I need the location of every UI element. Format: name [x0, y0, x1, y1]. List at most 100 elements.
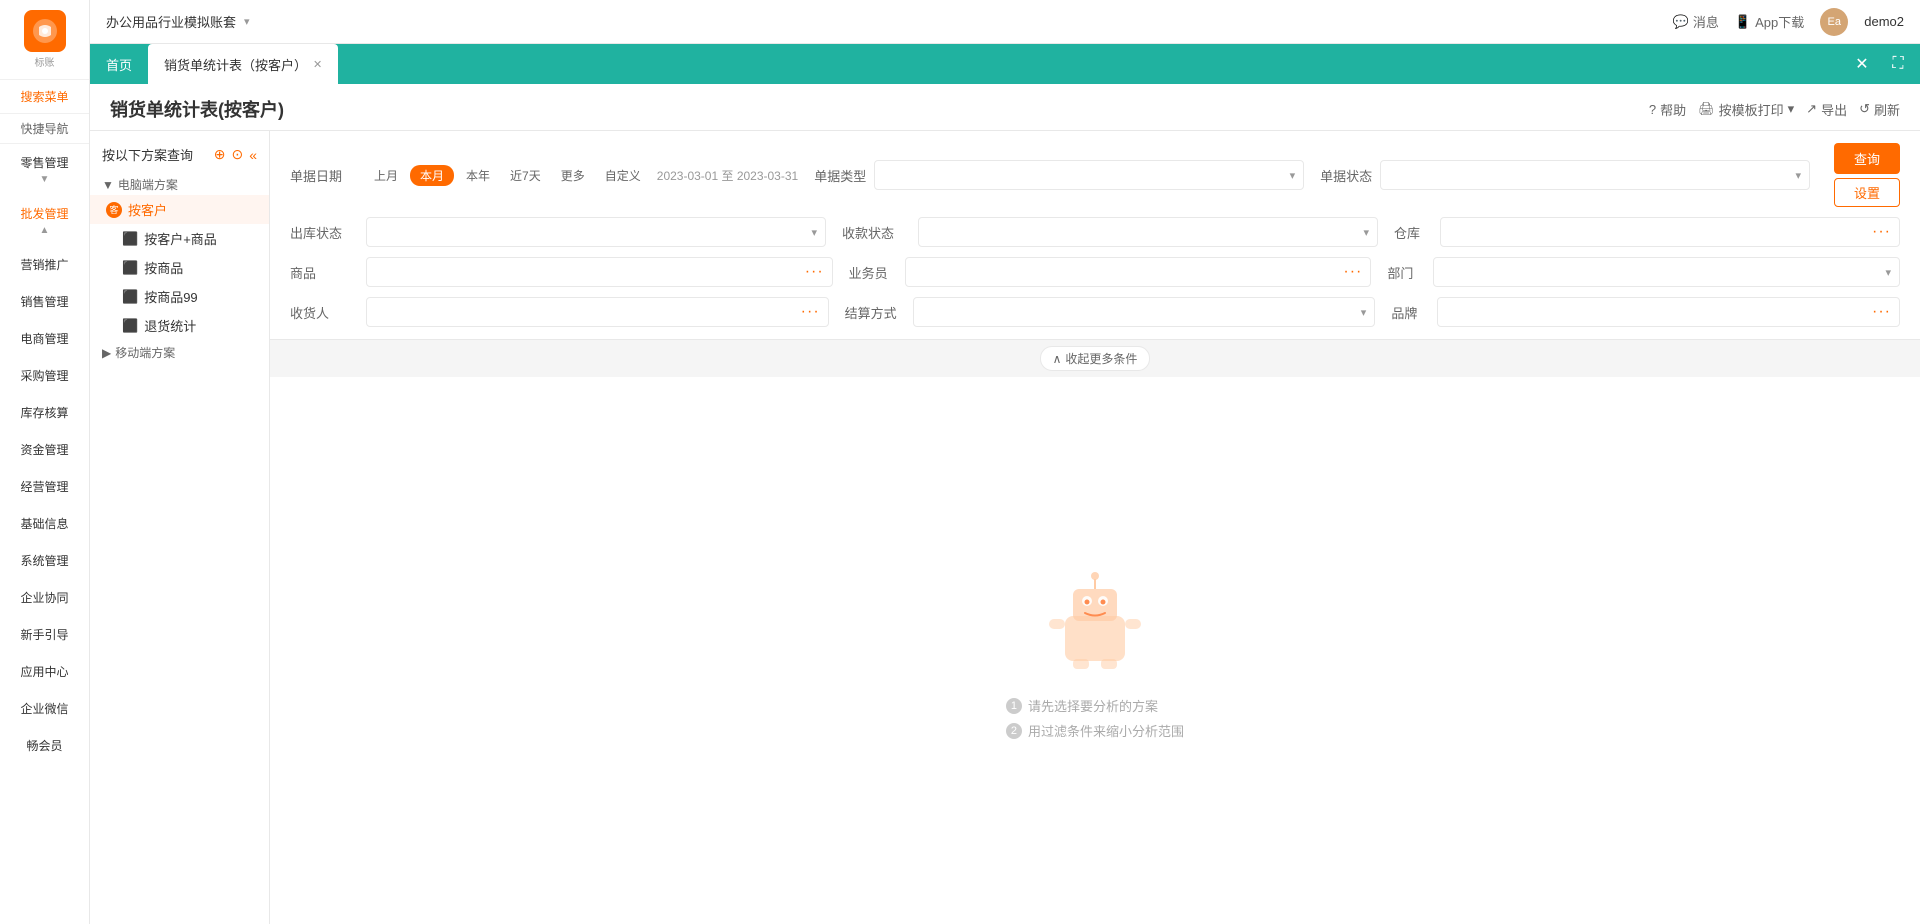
scheme-by-customer[interactable]: 客 按客户 [90, 195, 269, 224]
tab-bar-end: ✕ ⛶ [1848, 50, 1920, 78]
template-print-label: 按模板打印 [1719, 100, 1784, 119]
sidebar-item-purchase[interactable]: 采购管理 [0, 357, 89, 394]
settings-scheme-icon[interactable]: ⊙ [231, 146, 243, 163]
export-icon: ↗ [1806, 101, 1817, 117]
tab-close-icon[interactable]: ✕ [313, 58, 322, 71]
marketing-label: 营销推广 [20, 256, 68, 273]
type-label: 单据类型 [814, 166, 866, 185]
collapse-button[interactable]: ∧ 收起更多条件 [1040, 346, 1151, 371]
desktop-collapse-icon[interactable]: ▼ [102, 178, 114, 192]
sidebar-item-finance[interactable]: 资金管理 [0, 431, 89, 468]
left-panel-header-icons: ⊕ ⊙ « [214, 146, 257, 163]
empty-hints: 1 请先选择要分析的方案 2 用过滤条件来缩小分析范围 [1006, 696, 1184, 740]
sidebar-item-member[interactable]: 畅会员 [0, 727, 89, 764]
goods-icon: ⬛ [122, 260, 138, 276]
tab-home-label: 首页 [106, 55, 132, 74]
dept-select[interactable]: ▾ [1433, 257, 1900, 287]
username: demo2 [1864, 14, 1904, 29]
staff-more-icon: ··· [1343, 263, 1362, 281]
help-button[interactable]: ? 帮助 [1649, 100, 1686, 119]
goods-select[interactable]: ··· [366, 257, 833, 287]
template-print-button[interactable]: 🖨 按模板打印 ▾ [1698, 100, 1794, 119]
date-btn-7days[interactable]: 近7天 [502, 165, 549, 186]
logo-icon [24, 10, 66, 52]
page-title: 销货单统计表(按客户) [110, 96, 284, 122]
retail-arrow: ▼ [40, 174, 50, 185]
out-status-select[interactable]: ▾ [366, 217, 826, 247]
sidebar-nav[interactable]: 快捷导航 [0, 114, 89, 144]
tab-home[interactable]: 首页 [90, 44, 148, 84]
date-btn-last-month[interactable]: 上月 [366, 165, 406, 186]
date-btn-more[interactable]: 更多 [553, 165, 593, 186]
message-button[interactable]: 💬 消息 [1673, 12, 1719, 31]
sidebar-item-inventory[interactable]: 库存核算 [0, 394, 89, 431]
newbie-label: 新手引导 [20, 626, 68, 643]
sidebar-item-basic[interactable]: 基础信息 [0, 505, 89, 542]
sidebar-item-sales[interactable]: 销售管理 [0, 283, 89, 320]
return-stat-icon: ⬛ [122, 318, 138, 334]
scheme-return-stat[interactable]: ⬛ 退货统计 [90, 311, 269, 340]
brand-more-icon: ··· [1872, 303, 1891, 321]
settings-button[interactable]: 设置 [1834, 178, 1900, 207]
type-select-arrow: ▾ [1290, 169, 1296, 182]
warehouse-select[interactable]: ··· [1440, 217, 1900, 247]
tab-maximize-button[interactable]: ⛶ [1884, 50, 1912, 78]
export-button[interactable]: ↗ 导出 [1806, 100, 1847, 119]
scheme-by-customer-goods[interactable]: ⬛ 按客户+商品 [90, 224, 269, 253]
consignee-more-icon: ··· [801, 303, 820, 321]
tab-close-all-button[interactable]: ✕ [1848, 50, 1876, 78]
refresh-icon: ↺ [1859, 101, 1870, 117]
customer-goods-icon: ⬛ [122, 231, 138, 247]
sidebar-item-retail[interactable]: 零售管理 ▼ [0, 144, 89, 195]
type-select[interactable]: ▾ [874, 160, 1304, 190]
date-btn-this-year[interactable]: 本年 [458, 165, 498, 186]
date-btn-custom[interactable]: 自定义 [597, 165, 649, 186]
receipt-status-select[interactable]: ▾ [918, 217, 1378, 247]
add-scheme-icon[interactable]: ⊕ [214, 146, 226, 163]
scheme-by-goods[interactable]: ⬛ 按商品 [90, 253, 269, 282]
staff-select[interactable]: ··· [905, 257, 1372, 287]
sidebar-logo: 标账 [0, 0, 89, 80]
desktop-section-text: 电脑端方案 [118, 176, 178, 193]
content-area: 按以下方案查询 ⊕ ⊙ « ▼ 电脑端方案 客 按客户 [90, 131, 1920, 924]
date-range-text: 2023-03-01 至 2023-03-31 [657, 167, 798, 184]
tab-sales-stat[interactable]: 销货单统计表（按客户） ✕ [148, 44, 338, 84]
sidebar-item-collab[interactable]: 企业协同 [0, 579, 89, 616]
sidebar-item-newbie[interactable]: 新手引导 [0, 616, 89, 653]
sidebar-item-wholesale[interactable]: 批发管理 ▲ [0, 195, 89, 246]
sidebar-item-ecommerce[interactable]: 电商管理 [0, 320, 89, 357]
sidebar-item-system[interactable]: 系统管理 [0, 542, 89, 579]
member-label: 畅会员 [26, 737, 62, 754]
date-btn-this-month[interactable]: 本月 [410, 165, 454, 186]
sidebar-search[interactable]: 搜索菜单 [0, 80, 89, 114]
scheme-by-goods-99[interactable]: ⬛ 按商品99 [90, 282, 269, 311]
appcenter-label: 应用中心 [20, 663, 68, 680]
query-button[interactable]: 查询 [1834, 143, 1900, 174]
wholesale-label: 批发管理 [20, 205, 68, 222]
refresh-button[interactable]: ↺ 刷新 [1859, 100, 1900, 119]
desktop-section-label: ▼ 电脑端方案 [90, 172, 269, 195]
out-status-label: 出库状态 [290, 223, 350, 242]
sidebar-item-appcenter[interactable]: 应用中心 [0, 653, 89, 690]
breadcrumb-text: 办公用品行业模拟账套 [106, 12, 236, 31]
inventory-label: 库存核算 [20, 404, 68, 421]
sidebar-item-wechat[interactable]: 企业微信 [0, 690, 89, 727]
brand-label: 品牌 [1391, 303, 1421, 322]
collapse-panel-icon[interactable]: « [249, 147, 257, 163]
tab-bar: 首页 销货单统计表（按客户） ✕ ✕ ⛶ [90, 44, 1920, 84]
filter-area: 单据日期 上月 本月 本年 近7天 更多 自定义 2023-03-01 至 20… [270, 131, 1920, 340]
consignee-select[interactable]: ··· [366, 297, 829, 327]
mobile-collapse-icon[interactable]: ▶ [102, 346, 111, 360]
settlement-select[interactable]: ▾ [913, 297, 1376, 327]
status-select[interactable]: ▾ [1380, 160, 1810, 190]
brand-select[interactable]: ··· [1437, 297, 1900, 327]
sidebar-item-marketing[interactable]: 营销推广 [0, 246, 89, 283]
breadcrumb-dropdown-icon[interactable]: ▾ [244, 15, 250, 28]
help-icon: ? [1649, 102, 1656, 117]
scheme-return-stat-label: 退货统计 [144, 316, 196, 335]
app-download-button[interactable]: 📱 App下载 [1735, 12, 1804, 31]
empty-illustration [1035, 561, 1155, 684]
collab-label: 企业协同 [20, 589, 68, 606]
sidebar-item-operation[interactable]: 经营管理 [0, 468, 89, 505]
basic-label: 基础信息 [20, 515, 68, 532]
